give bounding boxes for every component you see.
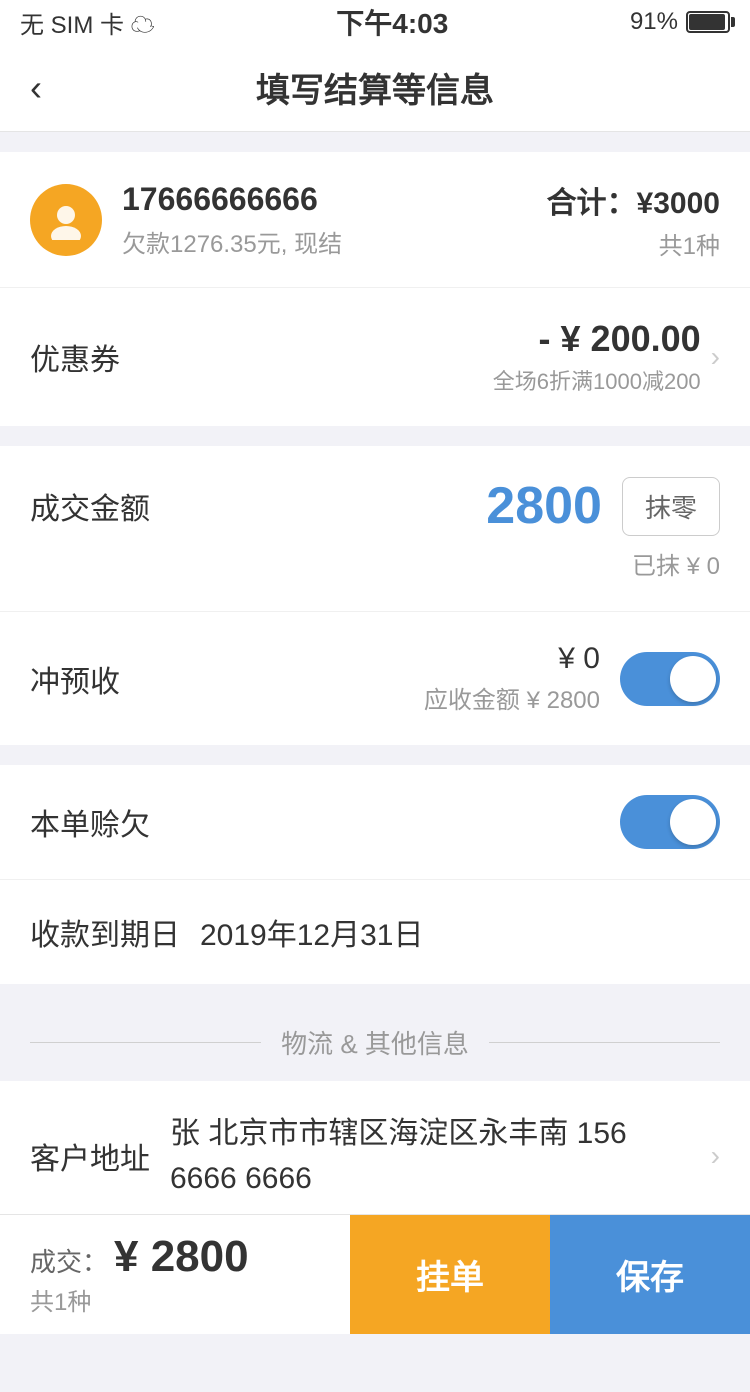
prereceive-amount: ¥ 0 [424, 642, 600, 676]
section-divider-3 [0, 745, 750, 765]
status-time: 下午4:03 [336, 2, 448, 42]
coupon-row[interactable]: 优惠券 - ¥ 200.00 全场6折满1000减200 › [0, 287, 750, 426]
sim-text: 无 SIM 卡 ☁ [20, 5, 155, 40]
nav-bar: ‹ 填写结算等信息 [0, 44, 750, 132]
logistics-divider: 物流 & 其他信息 [0, 1004, 750, 1081]
battery-icon [686, 11, 730, 33]
duedate-row: 收款到期日 2019年12月31日 [0, 879, 750, 984]
status-bar: 无 SIM 卡 ☁ 下午4:03 91% [0, 0, 750, 44]
save-button[interactable]: 保存 [550, 1215, 750, 1334]
duedate-value: 2019年12月31日 [200, 910, 423, 954]
battery-text: 91% [630, 8, 678, 36]
section-divider-2 [0, 426, 750, 446]
prereceive-right: ¥ 0 应收金额 ¥ 2800 [424, 642, 720, 715]
amount-right: 2800 抹零 [486, 476, 720, 536]
debt-row: 本单赊欠 [0, 765, 750, 879]
amount-row: 成交金额 2800 抹零 [30, 476, 720, 536]
customer-total: 合计：¥3000 共1种 [547, 178, 720, 261]
address-row[interactable]: 客户地址 张 北京市市辖区海淀区永丰南 156 6666 6666 › [0, 1081, 750, 1232]
amount-sub: 已抹 ¥ 0 [30, 546, 720, 581]
coupon-info: - ¥ 200.00 全场6折满1000减200 [493, 318, 701, 396]
customer-details: 17666666666 欠款1276.35元, 现结 [122, 181, 342, 259]
address-value: 张 北京市市辖区海淀区永丰南 156 6666 6666 [170, 1111, 691, 1201]
bottom-price: ¥ 2800 [114, 1232, 249, 1282]
transaction-amount: 2800 [486, 476, 602, 536]
coupon-right: - ¥ 200.00 全场6折满1000减200 › [493, 318, 720, 396]
status-right: 91% [630, 8, 730, 36]
toggle-knob [670, 656, 716, 702]
page-title: 填写结算等信息 [256, 63, 494, 112]
bottom-deal-label: 成交： [30, 1242, 108, 1279]
coupon-desc: 全场6折满1000减200 [493, 364, 701, 396]
coupon-amount: - ¥ 200.00 [493, 318, 701, 360]
amount-section: 成交金额 2800 抹零 已抹 ¥ 0 [0, 446, 750, 611]
pending-button[interactable]: 挂单 [350, 1215, 550, 1334]
customer-info-row: 17666666666 欠款1276.35元, 现结 合计：¥3000 共1种 [0, 152, 750, 287]
section-divider-1 [0, 132, 750, 152]
prereceive-row: 冲预收 ¥ 0 应收金额 ¥ 2800 [0, 611, 750, 745]
section-divider-4 [0, 984, 750, 1004]
debt-toggle-knob [670, 799, 716, 845]
bottom-summary: 成交： ¥ 2800 共1种 [0, 1232, 350, 1317]
coupon-chevron-icon: › [711, 341, 720, 373]
total-amount: 合计：¥3000 [547, 178, 720, 222]
customer-phone: 17666666666 [122, 181, 342, 218]
round-button[interactable]: 抹零 [622, 477, 720, 536]
divider-line-left [30, 1042, 261, 1043]
prereceive-toggle[interactable] [620, 652, 720, 706]
bottom-bar: 成交： ¥ 2800 共1种 挂单 保存 [0, 1214, 750, 1334]
debt-label: 本单赊欠 [30, 800, 150, 844]
coupon-label: 优惠券 [30, 335, 120, 379]
bottom-count: 共1种 [30, 1282, 320, 1317]
prereceive-info: ¥ 0 应收金额 ¥ 2800 [424, 642, 600, 715]
address-label: 客户地址 [30, 1134, 150, 1178]
customer-left: 17666666666 欠款1276.35元, 现结 [30, 181, 342, 259]
total-count: 共1种 [547, 226, 720, 261]
prereceive-label: 冲预收 [30, 657, 120, 701]
bottom-actions: 挂单 保存 [350, 1215, 750, 1334]
prereceive-sub: 应收金额 ¥ 2800 [424, 680, 600, 715]
avatar [30, 184, 102, 256]
logistics-label: 物流 & 其他信息 [281, 1024, 469, 1061]
status-left: 无 SIM 卡 ☁ [20, 5, 155, 40]
duedate-label: 收款到期日 [30, 910, 180, 954]
bottom-deal-row: 成交： ¥ 2800 [30, 1232, 320, 1282]
customer-debt: 欠款1276.35元, 现结 [122, 224, 342, 259]
divider-line-right [489, 1042, 720, 1043]
debt-toggle[interactable] [620, 795, 720, 849]
amount-label: 成交金额 [30, 484, 150, 528]
address-chevron-icon: › [711, 1140, 720, 1172]
back-button[interactable]: ‹ [30, 67, 90, 109]
